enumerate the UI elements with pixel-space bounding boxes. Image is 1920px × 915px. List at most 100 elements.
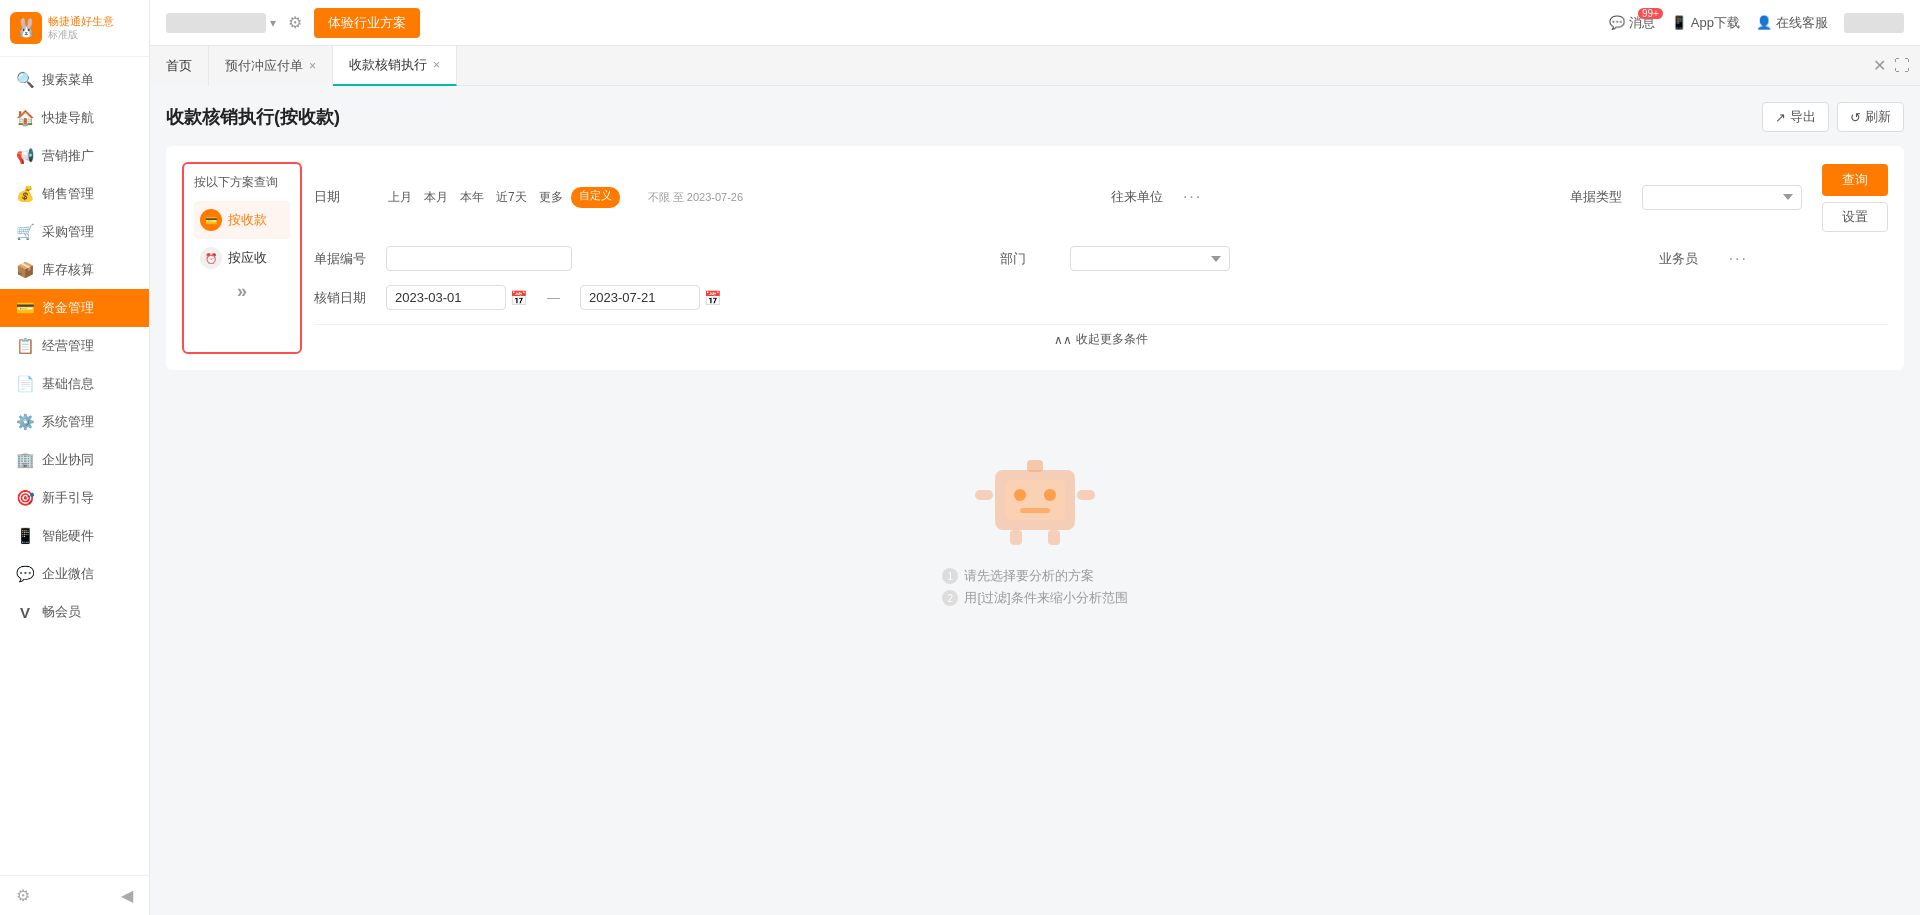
sidebar-item-fund[interactable]: 💳 资金管理 [0, 289, 149, 327]
filter-row-1: 日期 上月 本月 本年 近7天 更多 自定义 不限 至 2023-07-26 往… [314, 162, 1888, 232]
empty-state: 1 请先选择要分析的方案 2 用[过滤]条件来缩小分析范围 [166, 370, 1904, 671]
filter-option-receivable-label: 按应收 [228, 249, 267, 267]
sidebar-item-enterprise[interactable]: 🏢 企业协同 [0, 441, 149, 479]
basic-icon: 📄 [16, 375, 34, 393]
enterprise-icon: 🏢 [16, 451, 34, 469]
search-menu-icon: 🔍 [16, 71, 34, 89]
message-icon: 💬 [1609, 15, 1625, 30]
tab-prepay-close-icon[interactable]: × [309, 59, 316, 73]
svg-rect-7 [1077, 490, 1095, 500]
shortcut-more[interactable]: 更多 [535, 187, 567, 208]
staff-dots[interactable]: ··· [1729, 250, 1748, 268]
verify-date-start-input[interactable] [386, 285, 506, 310]
tab-collection-close-icon[interactable]: × [433, 58, 440, 72]
logo-area: 🐰 畅捷通好生意 标准版 [0, 0, 149, 57]
sidebar-item-wechat[interactable]: 💬 企业微信 [0, 555, 149, 593]
tab-prepay[interactable]: 预付冲应付单 × [209, 46, 333, 86]
sidebar-item-inventory[interactable]: 📦 库存核算 [0, 251, 149, 289]
calendar-start-icon[interactable]: 📅 [510, 290, 527, 306]
collapse-more-button[interactable]: ∧∧ 收起更多条件 [314, 324, 1888, 354]
sidebar-item-member[interactable]: V 畅会员 [0, 593, 149, 631]
page-content: 收款核销执行(按收款) ↗ 导出 ↺ 刷新 按以下方案查询 💳 按收款 [150, 86, 1920, 915]
expand-tab-icon[interactable]: ⛶ [1894, 57, 1910, 75]
logo-text: 畅捷通好生意 [48, 14, 114, 28]
guide-icon: 🎯 [16, 489, 34, 507]
sidebar-footer: ⚙ ◀ [0, 875, 149, 915]
service-label: 在线客服 [1776, 14, 1828, 32]
sidebar-item-sales[interactable]: 💰 销售管理 [0, 175, 149, 213]
calendar-end-icon[interactable]: 📅 [704, 290, 721, 306]
sidebar-item-label: 搜索菜单 [42, 71, 94, 89]
app-download-button[interactable]: 📱 App下载 [1671, 14, 1740, 32]
sidebar-item-guide[interactable]: 🎯 新手引导 [0, 479, 149, 517]
svg-point-2 [1014, 489, 1026, 501]
online-service-button[interactable]: 👤 在线客服 [1756, 14, 1828, 32]
solution-button[interactable]: 体验行业方案 [314, 8, 420, 38]
dropdown-arrow-icon[interactable]: ▾ [270, 16, 276, 30]
empty-tip-1-text: 请先选择要分析的方案 [964, 567, 1094, 585]
filter-option-by-receivable[interactable]: ⏰ 按应收 [194, 239, 290, 277]
setting-button[interactable]: 设置 [1822, 202, 1888, 232]
sidebar-nav: 🔍 搜索菜单 🏠 快捷导航 📢 营销推广 💰 销售管理 🛒 采购管理 📦 库存核… [0, 57, 149, 875]
sidebar-item-purchase[interactable]: 🛒 采购管理 [0, 213, 149, 251]
topbar-gear-icon[interactable]: ⚙ [288, 13, 302, 32]
tab-prepay-label: 预付冲应付单 [225, 57, 303, 75]
date-no-limit: 不限 至 2023-07-26 [648, 190, 743, 205]
query-button[interactable]: 查询 [1822, 164, 1888, 196]
message-button[interactable]: 💬 消息 99+ [1609, 14, 1655, 32]
sidebar-item-system[interactable]: ⚙️ 系统管理 [0, 403, 149, 441]
bill-no-input[interactable] [386, 246, 572, 271]
collapse-sidebar-icon[interactable]: ◀ [121, 886, 133, 905]
settings-icon[interactable]: ⚙ [16, 886, 30, 905]
bill-type-label: 单据类型 [1570, 188, 1622, 206]
filter-row-3: 核销日期 📅 — 📅 [314, 285, 1888, 310]
svg-rect-8 [1010, 530, 1022, 545]
sidebar-item-label: 企业协同 [42, 451, 94, 469]
close-tab-icon[interactable]: ✕ [1873, 56, 1886, 75]
filter-sidebar-title: 按以下方案查询 [194, 174, 290, 191]
sidebar-item-label: 营销推广 [42, 147, 94, 165]
dept-label: 部门 [1000, 250, 1050, 268]
sidebar-item-quicknav[interactable]: 🏠 快捷导航 [0, 99, 149, 137]
sidebar-item-search[interactable]: 🔍 搜索菜单 [0, 61, 149, 99]
sidebar-item-label: 系统管理 [42, 413, 94, 431]
filter-collapse-icon[interactable]: » [194, 281, 290, 302]
shortcut-custom[interactable]: 自定义 [571, 187, 620, 208]
tabbar-actions: ✕ ⛶ [1863, 56, 1920, 75]
tab-collection[interactable]: 收款核销执行 × [333, 46, 457, 86]
bill-type-select[interactable] [1642, 185, 1802, 210]
sidebar-item-smarthw[interactable]: 📱 智能硬件 [0, 517, 149, 555]
partner-dots[interactable]: ··· [1183, 188, 1202, 206]
verify-date-end-input[interactable] [580, 285, 700, 310]
inventory-icon: 📦 [16, 261, 34, 279]
sidebar-item-label: 智能硬件 [42, 527, 94, 545]
tip-num-2: 2 [942, 590, 958, 606]
sidebar-item-label: 新手引导 [42, 489, 94, 507]
date-shortcut-group: 上月 本月 本年 近7天 更多 自定义 [384, 187, 620, 208]
tab-home[interactable]: 首页 [150, 46, 209, 86]
member-icon: V [16, 603, 34, 621]
shortcut-this-year[interactable]: 本年 [456, 187, 488, 208]
system-icon: ⚙️ [16, 413, 34, 431]
user-avatar-placeholder [1844, 13, 1904, 33]
shortcut-this-month[interactable]: 本月 [420, 187, 452, 208]
sidebar-item-label: 经营管理 [42, 337, 94, 355]
svg-rect-9 [1048, 530, 1060, 545]
sidebar-item-basic[interactable]: 📄 基础信息 [0, 365, 149, 403]
sidebar-item-label: 销售管理 [42, 185, 94, 203]
filter-area: 按以下方案查询 💳 按收款 ⏰ 按应收 » 日期 上月 本月 [166, 146, 1904, 370]
tip-num-1: 1 [942, 568, 958, 584]
shortcut-7days[interactable]: 近7天 [492, 187, 531, 208]
sidebar-item-label: 采购管理 [42, 223, 94, 241]
refresh-button[interactable]: ↺ 刷新 [1837, 102, 1904, 132]
shortcut-last-month[interactable]: 上月 [384, 187, 416, 208]
bill-no-label: 单据编号 [314, 250, 366, 268]
sidebar-item-marketing[interactable]: 📢 营销推广 [0, 137, 149, 175]
sidebar-item-bizm[interactable]: 📋 经营管理 [0, 327, 149, 365]
dept-select[interactable] [1070, 246, 1230, 271]
topbar-right: 💬 消息 99+ 📱 App下载 👤 在线客服 [1609, 13, 1904, 33]
filter-option-by-receipt[interactable]: 💳 按收款 [194, 201, 290, 239]
page-header: 收款核销执行(按收款) ↗ 导出 ↺ 刷新 [166, 102, 1904, 132]
export-button[interactable]: ↗ 导出 [1762, 102, 1829, 132]
svg-point-3 [1044, 489, 1056, 501]
